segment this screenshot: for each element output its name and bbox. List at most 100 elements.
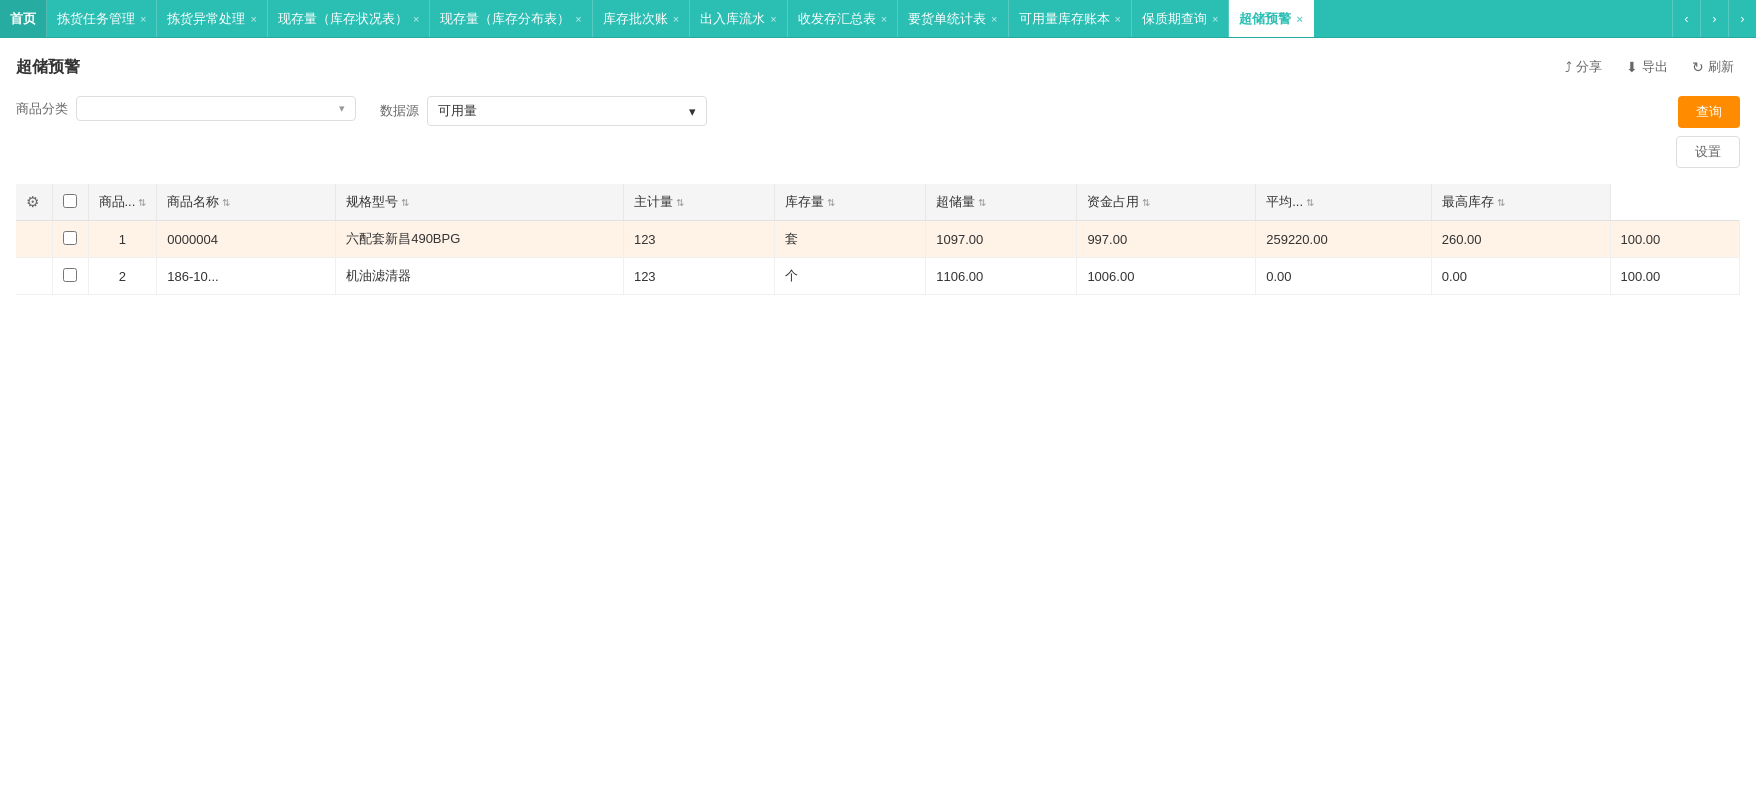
- row-checkbox-cell-0[interactable]: [52, 221, 88, 258]
- col-spec[interactable]: 规格型号⇅: [336, 184, 624, 221]
- sort-unit-icon: ⇅: [676, 197, 684, 208]
- close-tab-expiry[interactable]: ×: [1212, 13, 1218, 25]
- datasource-select[interactable]: 可用量 ▾: [427, 96, 707, 126]
- category-chevron-icon: ▾: [339, 102, 345, 115]
- row-overstock-1: 1006.00: [1077, 258, 1256, 295]
- nav-item-stock-status[interactable]: 现存量（库存状况表） ×: [268, 0, 430, 37]
- col-product-code[interactable]: 商品...⇅: [88, 184, 157, 221]
- close-tab-batch[interactable]: ×: [673, 13, 679, 25]
- row-product-code-0: 0000004: [157, 221, 336, 258]
- refresh-icon: ↻: [1692, 59, 1704, 75]
- table-row: 1 0000004 六配套新昌490BPG 123 套 1097.00 997.…: [16, 221, 1740, 258]
- close-tab-available[interactable]: ×: [1115, 13, 1121, 25]
- table-header-row: ⚙ 商品...⇅ 商品名称⇅ 规格型号⇅ 主计量⇅ 库存量⇅: [16, 184, 1740, 221]
- category-filter: 商品分类 ▾: [16, 96, 356, 121]
- nav-item-home[interactable]: 首页: [0, 0, 47, 37]
- category-select[interactable]: ▾: [76, 96, 356, 121]
- row-stock-0: 1097.00: [926, 221, 1077, 258]
- page-content: 超储预警 ⤴ 分享 ⬇ 导出 ↻ 刷新 商品分类 ▾ 数据源: [0, 38, 1756, 800]
- row-spec-0: 123: [623, 221, 774, 258]
- nav-item-stock-dist[interactable]: 现存量（库存分布表） ×: [430, 0, 592, 37]
- nav-prev-arrow[interactable]: ‹: [1672, 0, 1700, 38]
- nav-more-arrow[interactable]: ›: [1728, 0, 1756, 38]
- close-tab-inout[interactable]: ×: [770, 13, 776, 25]
- sort-product-code-icon: ⇅: [138, 197, 146, 208]
- nav-item-available[interactable]: 可用量库存账本 ×: [1009, 0, 1132, 37]
- nav-item-expiry[interactable]: 保质期查询 ×: [1132, 0, 1229, 37]
- query-button[interactable]: 查询: [1678, 96, 1740, 128]
- share-icon: ⤴: [1565, 59, 1572, 75]
- nav-bar: 首页 拣货任务管理 × 拣货异常处理 × 现存量（库存状况表） × 现存量（库存…: [0, 0, 1756, 38]
- row-settings-0: [16, 221, 52, 258]
- col-max-stock[interactable]: 最高库存⇅: [1431, 184, 1610, 221]
- sort-stock-icon: ⇅: [827, 197, 835, 208]
- col-capital[interactable]: 资金占用⇅: [1077, 184, 1256, 221]
- row-max-stock-1: 100.00: [1610, 258, 1739, 295]
- datasource-filter: 数据源 可用量 ▾: [380, 96, 707, 126]
- nav-item-order-stats[interactable]: 要货单统计表 ×: [898, 0, 1008, 37]
- export-icon: ⬇: [1626, 59, 1638, 75]
- col-stock[interactable]: 库存量⇅: [775, 184, 926, 221]
- row-spec-1: 123: [623, 258, 774, 295]
- close-tab-task-mgmt[interactable]: ×: [140, 13, 146, 25]
- row-index-1: 2: [88, 258, 157, 295]
- row-index-0: 1: [88, 221, 157, 258]
- row-product-code-1: 186-10...: [157, 258, 336, 295]
- close-tab-summary[interactable]: ×: [881, 13, 887, 25]
- close-tab-order-stats[interactable]: ×: [991, 13, 997, 25]
- sort-max-stock-icon: ⇅: [1497, 197, 1505, 208]
- sort-avg-icon: ⇅: [1306, 197, 1314, 208]
- row-stock-1: 1106.00: [926, 258, 1077, 295]
- data-table: ⚙ 商品...⇅ 商品名称⇅ 规格型号⇅ 主计量⇅ 库存量⇅: [16, 184, 1740, 295]
- filter-buttons: 查询 设置: [1676, 96, 1740, 168]
- close-tab-stock-status[interactable]: ×: [413, 13, 419, 25]
- row-capital-0: 259220.00: [1256, 221, 1432, 258]
- sort-spec-icon: ⇅: [401, 197, 409, 208]
- col-settings[interactable]: ⚙: [16, 184, 52, 221]
- export-button[interactable]: ⬇ 导出: [1620, 54, 1674, 80]
- nav-item-inout[interactable]: 出入库流水 ×: [690, 0, 787, 37]
- sort-overstock-icon: ⇅: [978, 197, 986, 208]
- row-checkbox-0[interactable]: [63, 231, 77, 245]
- col-overstock[interactable]: 超储量⇅: [926, 184, 1077, 221]
- row-overstock-0: 997.00: [1077, 221, 1256, 258]
- table-row: 2 186-10... 机油滤清器 123 个 1106.00 1006.00 …: [16, 258, 1740, 295]
- row-settings-1: [16, 258, 52, 295]
- share-button[interactable]: ⤴ 分享: [1559, 54, 1608, 80]
- row-capital-1: 0.00: [1256, 258, 1432, 295]
- row-max-stock-0: 100.00: [1610, 221, 1739, 258]
- close-tab-overstock[interactable]: ×: [1296, 13, 1302, 25]
- col-avg[interactable]: 平均...⇅: [1256, 184, 1432, 221]
- page-actions: ⤴ 分享 ⬇ 导出 ↻ 刷新: [1559, 54, 1740, 80]
- row-checkbox-1[interactable]: [63, 268, 77, 282]
- nav-arrows: ‹ › ›: [1672, 0, 1756, 38]
- col-unit[interactable]: 主计量⇅: [623, 184, 774, 221]
- category-label: 商品分类: [16, 100, 68, 118]
- nav-item-overstock[interactable]: 超储预警 ×: [1229, 0, 1313, 37]
- row-unit-0: 套: [775, 221, 926, 258]
- row-avg-0: 260.00: [1431, 221, 1610, 258]
- close-tab-stock-dist[interactable]: ×: [575, 13, 581, 25]
- col-product-name[interactable]: 商品名称⇅: [157, 184, 336, 221]
- nav-next-arrow[interactable]: ›: [1700, 0, 1728, 38]
- row-unit-1: 个: [775, 258, 926, 295]
- refresh-button[interactable]: ↻ 刷新: [1686, 54, 1740, 80]
- nav-item-task-mgmt[interactable]: 拣货任务管理 ×: [47, 0, 157, 37]
- row-product-name-0: 六配套新昌490BPG: [336, 221, 624, 258]
- row-checkbox-cell-1[interactable]: [52, 258, 88, 295]
- settings-gear-icon[interactable]: ⚙: [26, 193, 39, 210]
- row-product-name-1: 机油滤清器: [336, 258, 624, 295]
- datasource-label: 数据源: [380, 102, 419, 120]
- nav-item-batch[interactable]: 库存批次账 ×: [593, 0, 690, 37]
- nav-item-summary[interactable]: 收发存汇总表 ×: [788, 0, 898, 37]
- select-all-checkbox[interactable]: [63, 194, 77, 208]
- nav-item-abnormal[interactable]: 拣货异常处理 ×: [157, 0, 267, 37]
- page-header: 超储预警 ⤴ 分享 ⬇ 导出 ↻ 刷新: [16, 54, 1740, 80]
- datasource-select-value: 可用量: [438, 102, 477, 120]
- sort-product-name-icon: ⇅: [222, 197, 230, 208]
- close-tab-abnormal[interactable]: ×: [250, 13, 256, 25]
- page-title: 超储预警: [16, 57, 80, 78]
- settings-button[interactable]: 设置: [1676, 136, 1740, 168]
- col-checkbox: [52, 184, 88, 221]
- row-avg-1: 0.00: [1431, 258, 1610, 295]
